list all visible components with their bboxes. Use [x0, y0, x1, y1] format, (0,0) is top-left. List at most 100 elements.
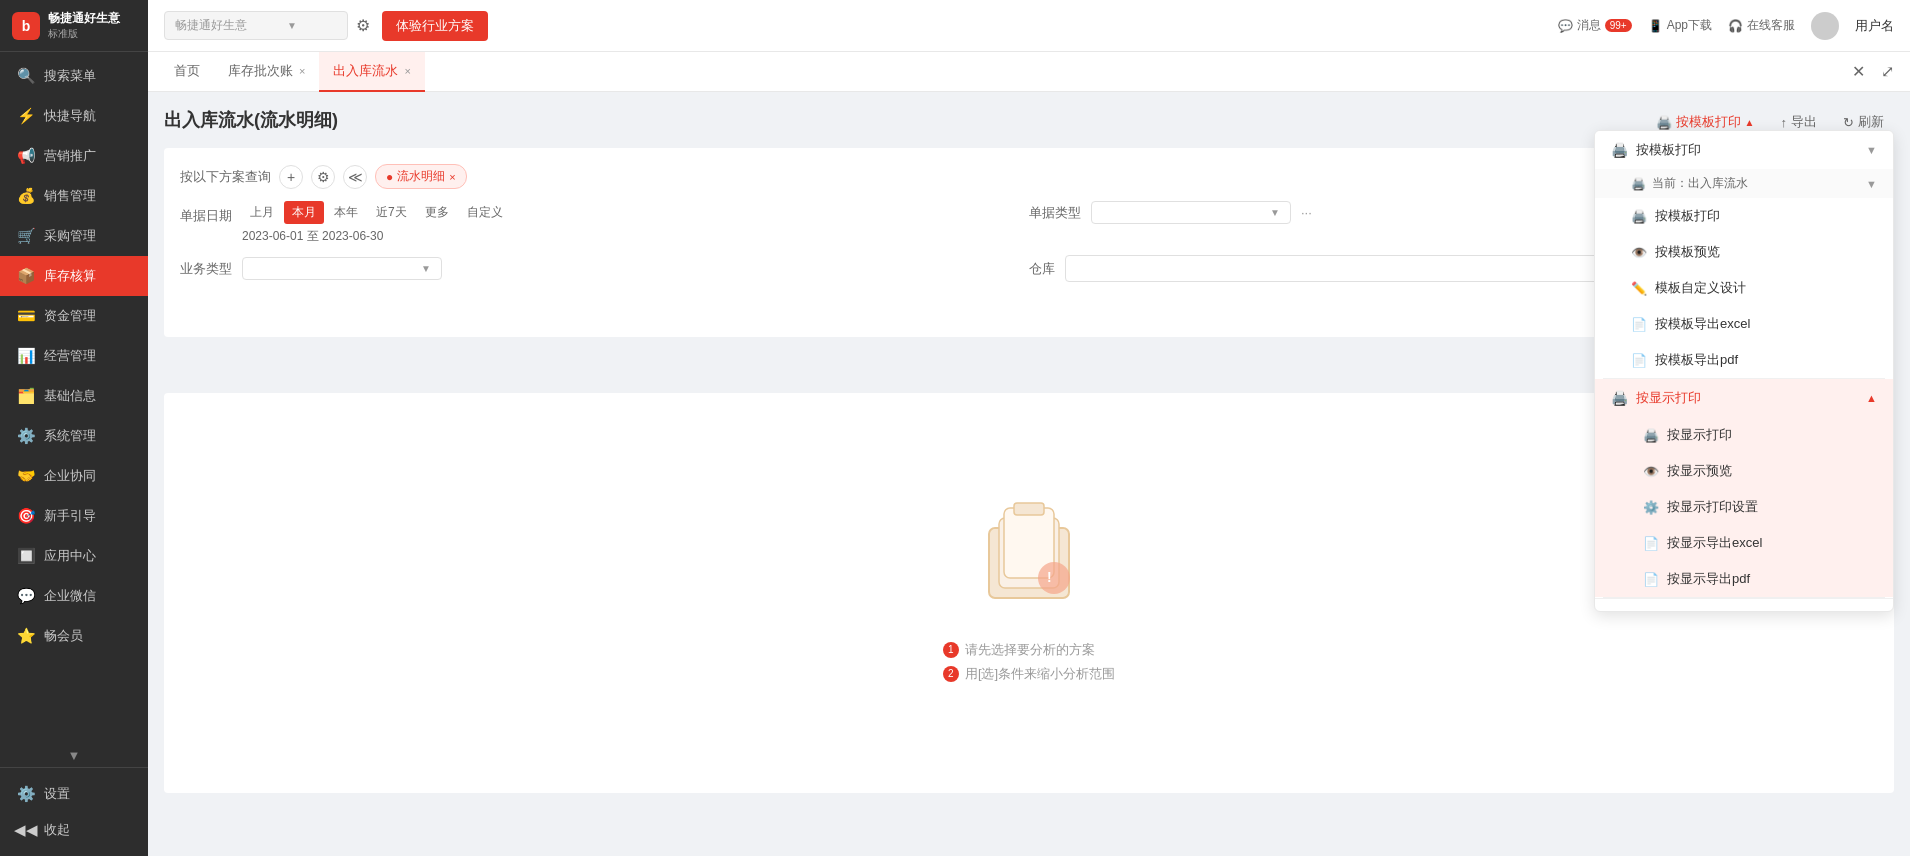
sidebar-item-label-inventory: 库存核算 [44, 267, 96, 285]
tabbar-right: ✕ ⤢ [1848, 58, 1898, 85]
biz-dropdown-icon: ▼ [421, 263, 431, 274]
refresh-icon: ↻ [1843, 115, 1854, 130]
sidebar-item-purchase[interactable]: 🛒 采购管理 [0, 216, 148, 256]
current-icon: 🖨️ [1631, 177, 1646, 191]
sidebar-item-label-apps: 应用中心 [44, 547, 96, 565]
tab-batch-close[interactable]: × [299, 65, 305, 77]
type-more-icon[interactable]: ··· [1301, 205, 1312, 220]
date-btn-this-year[interactable]: 本年 [326, 201, 366, 224]
dropdown-item-template-preview[interactable]: 👁️ 按模板预览 [1595, 234, 1893, 270]
sidebar-item-apps[interactable]: 🔲 应用中心 [0, 536, 148, 576]
date-btn-7days[interactable]: 近7天 [368, 201, 415, 224]
dropdown-item-template-print[interactable]: 🖨️ 按模板打印 [1595, 198, 1893, 234]
basic-icon: 🗂️ [16, 386, 36, 406]
biz-dropdown[interactable]: ▼ [242, 257, 442, 280]
filter-add-btn[interactable]: + [279, 165, 303, 189]
filter-tag-流水明细[interactable]: ● 流水明细 × [375, 164, 467, 189]
sidebar-item-operations[interactable]: 📊 经营管理 [0, 336, 148, 376]
template-print-section: 🖨️ 按模板打印 ▼ 🖨️ 当前：出入库流水 ▼ 🖨️ 按模板打印 👁️ 按模板… [1595, 131, 1893, 378]
industry-btn[interactable]: 体验行业方案 [382, 11, 488, 41]
user-avatar[interactable] [1811, 12, 1839, 40]
display-print-icon: 🖨️ [1643, 428, 1659, 443]
search-icon: 🔍 [16, 66, 36, 86]
date-controls: 上月 本月 本年 近7天 更多 自定义 2023-06-01 至 2023-06… [242, 201, 511, 245]
quicknav-icon: ⚡ [16, 106, 36, 126]
filter-collapse-btn[interactable]: ≪ [343, 165, 367, 189]
date-btn-last-month[interactable]: 上月 [242, 201, 282, 224]
sidebar-item-search[interactable]: 🔍 搜索菜单 [0, 56, 148, 96]
topbar: 畅捷通好生意 ▼ ⚙ 体验行业方案 💬 消息 99+ 📱 App下载 🎧 在线客… [148, 0, 1910, 52]
type-dropdown[interactable]: ▼ [1091, 201, 1291, 224]
date-btn-custom[interactable]: 自定义 [459, 201, 511, 224]
sidebar-item-inventory[interactable]: 📦 库存核算 [0, 256, 148, 296]
dropdown-item-display-print[interactable]: 🖨️ 按显示打印 [1595, 417, 1893, 453]
user-name[interactable]: 用户名 [1855, 17, 1894, 35]
logo-icon: b [12, 12, 40, 40]
sidebar-item-collab[interactable]: 🤝 企业协同 [0, 456, 148, 496]
sidebar-item-collapse[interactable]: ◀◀ 收起 [0, 812, 148, 848]
date-label: 单据日期 [180, 201, 232, 225]
date-btn-more[interactable]: 更多 [417, 201, 457, 224]
print-dropdown: 🖨️ 按模板打印 ▼ 🖨️ 当前：出入库流水 ▼ 🖨️ 按模板打印 👁️ 按模板… [1594, 130, 1894, 612]
sidebar-item-basic[interactable]: 🗂️ 基础信息 [0, 376, 148, 416]
sidebar-bottom: ⚙️ 设置 ◀◀ 收起 [0, 767, 148, 856]
dropdown-item-display-settings[interactable]: ⚙️ 按显示打印设置 [1595, 489, 1893, 525]
dropdown-item-display-excel[interactable]: 📄 按显示导出excel [1595, 525, 1893, 561]
search-box[interactable]: 畅捷通好生意 ▼ [164, 11, 348, 40]
sidebar-item-finance[interactable]: 💳 资金管理 [0, 296, 148, 336]
filter-settings-btn[interactable]: ⚙ [311, 165, 335, 189]
tab-flow-close[interactable]: × [404, 65, 410, 77]
display-print-header[interactable]: 🖨️ 按显示打印 ▲ [1595, 379, 1893, 417]
template-print-header[interactable]: 🖨️ 按模板打印 ▼ [1595, 131, 1893, 169]
sidebar-item-quicknav[interactable]: ⚡ 快捷导航 [0, 96, 148, 136]
filter-date-cell: 单据日期 上月 本月 本年 近7天 更多 自定义 2023-06-01 至 20… [180, 201, 1029, 245]
sidebar-item-system[interactable]: ⚙️ 系统管理 [0, 416, 148, 456]
topbar-left: 畅捷通好生意 ▼ ⚙ 体验行业方案 [164, 11, 1558, 41]
online-service-btn[interactable]: 🎧 在线客服 [1728, 17, 1795, 34]
tab-flow[interactable]: 出入库流水 × [319, 52, 424, 92]
purchase-icon: 🛒 [16, 226, 36, 246]
sidebar-item-marketing[interactable]: 📢 营销推广 [0, 136, 148, 176]
tab-batch[interactable]: 库存批次账 × [214, 52, 319, 92]
guide-icon: 🎯 [16, 506, 36, 526]
svg-text:!: ! [1047, 569, 1052, 585]
close-all-btn[interactable]: ✕ [1848, 58, 1869, 85]
collab-icon: 🤝 [16, 466, 36, 486]
sidebar-item-member[interactable]: ⭐ 畅会员 [0, 616, 148, 656]
dropdown-item-display-pdf[interactable]: 📄 按显示导出pdf [1595, 561, 1893, 597]
inventory-icon: 📦 [16, 266, 36, 286]
tag-close-icon[interactable]: × [449, 171, 455, 183]
default-setting-row[interactable]: 📌 设置默认功能 ▼ [1595, 598, 1893, 611]
app-download-btn[interactable]: 📱 App下载 [1648, 17, 1712, 34]
display-section-arrow: ▲ [1866, 392, 1877, 404]
tag-icon: ● [386, 170, 393, 184]
sidebar-item-settings[interactable]: ⚙️ 设置 [0, 776, 148, 812]
dropdown-item-template-pdf[interactable]: 📄 按模板导出pdf [1595, 342, 1893, 378]
dropdown-item-template-design[interactable]: ✏️ 模板自定义设计 [1595, 270, 1893, 306]
page-title: 出入库流水(流水明细) [164, 108, 1894, 132]
date-range: 2023-06-01 至 2023-06-30 [242, 228, 511, 245]
sidebar-item-sales[interactable]: 💰 销售管理 [0, 176, 148, 216]
sidebar-item-label-member: 畅会员 [44, 627, 83, 645]
topbar-gear-icon[interactable]: ⚙ [356, 16, 370, 35]
sidebar-item-label-purchase: 采购管理 [44, 227, 96, 245]
sidebar-item-wechat[interactable]: 💬 企业微信 [0, 576, 148, 616]
message-btn[interactable]: 💬 消息 99+ [1558, 17, 1632, 34]
expand-btn[interactable]: ⤢ [1877, 58, 1898, 85]
sidebar-scroll-down[interactable]: ▼ [0, 744, 148, 767]
dropdown-item-display-preview[interactable]: 👁️ 按显示预览 [1595, 453, 1893, 489]
display-print-section: 🖨️ 按显示打印 ▲ 🖨️ 按显示打印 👁️ 按显示预览 ⚙️ 按显示打印设置 … [1595, 379, 1893, 597]
print-arrow-icon: ▲ [1745, 117, 1755, 128]
sidebar-item-guide[interactable]: 🎯 新手引导 [0, 496, 148, 536]
tab-home[interactable]: 首页 [160, 52, 214, 92]
apps-icon: 🔲 [16, 546, 36, 566]
logo-text: 畅捷通好生意 标准版 [48, 10, 120, 41]
date-btn-this-month[interactable]: 本月 [284, 201, 324, 224]
dropdown-item-template-excel[interactable]: 📄 按模板导出excel [1595, 306, 1893, 342]
template-print-icon: 🖨️ [1631, 209, 1647, 224]
topbar-right: 💬 消息 99+ 📱 App下载 🎧 在线客服 用户名 [1558, 12, 1894, 40]
tip-2: 2 用[选]条件来缩小分析范围 [943, 665, 1115, 683]
warehouse-label: 仓库 [1029, 260, 1055, 278]
search-dropdown-icon: ▼ [287, 20, 297, 31]
marketing-icon: 📢 [16, 146, 36, 166]
